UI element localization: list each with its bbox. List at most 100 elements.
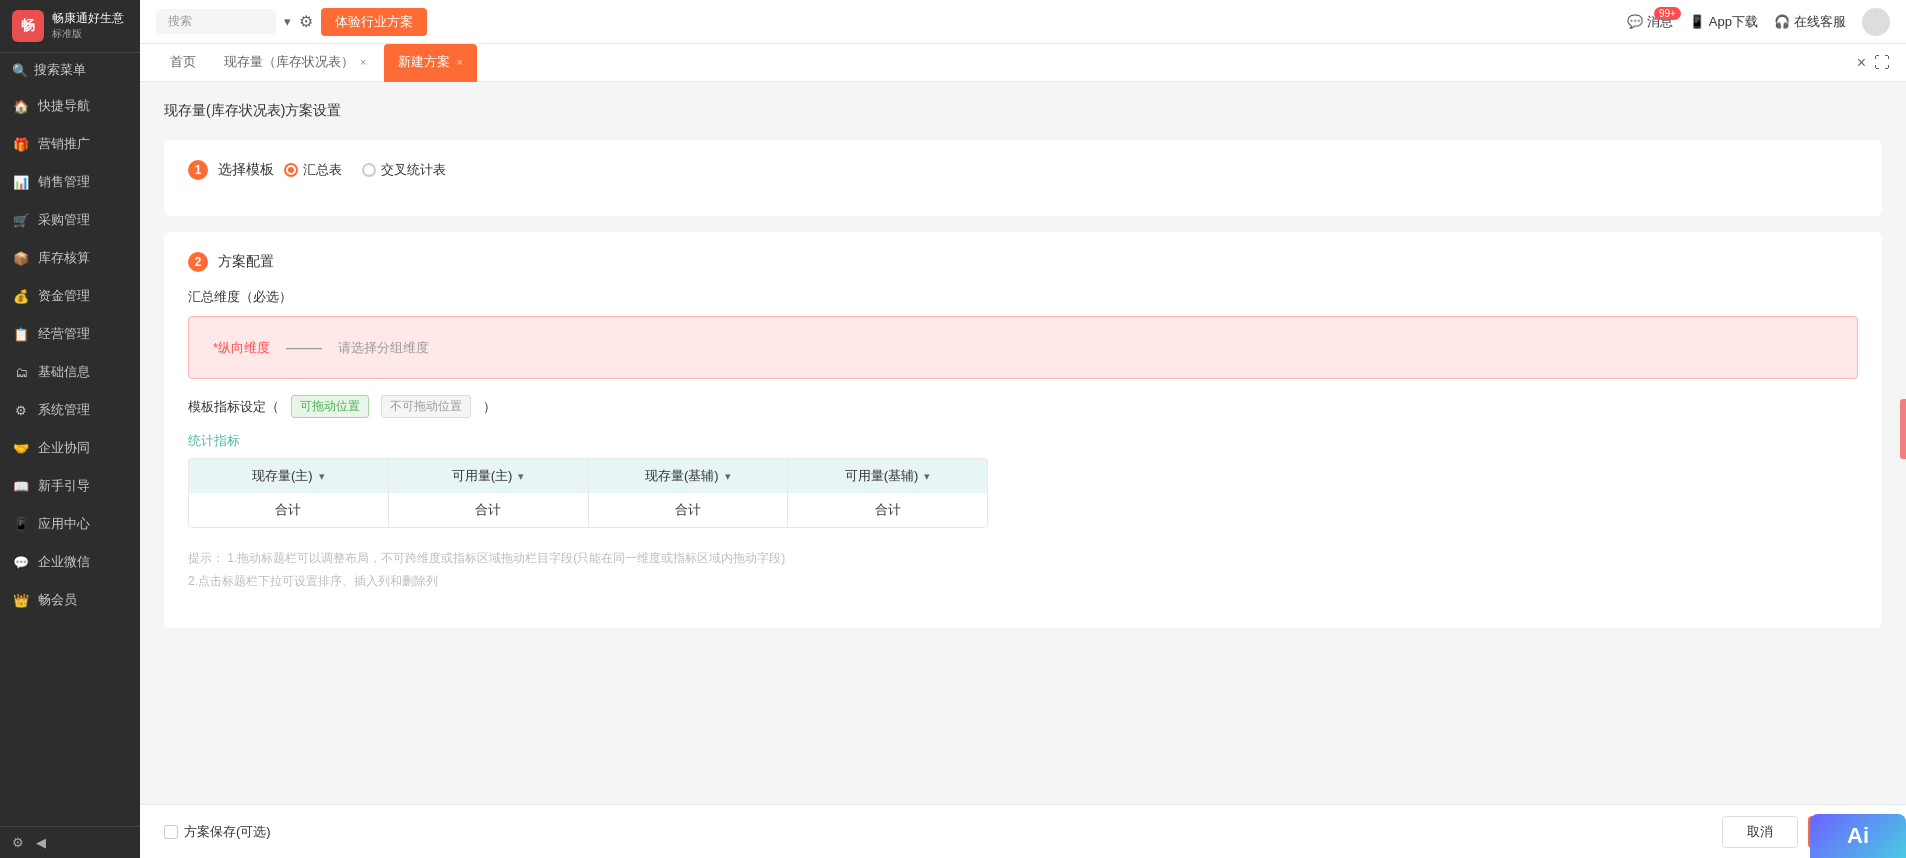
stats-section: 统计指标 现存量(主) ▾ 可用量(主) ▾ 现存量(基辅) [188, 432, 1858, 528]
radio-summary-label: 汇总表 [303, 161, 342, 179]
user-avatar[interactable] [1862, 8, 1890, 36]
chevron-down-icon-3[interactable]: ▾ [924, 470, 930, 483]
sidebar-item-purchase[interactable]: 🛒 采购管理 [0, 201, 140, 239]
sidebar-item-label: 系统管理 [38, 401, 90, 419]
page-title: 现存量(库存状况表)方案设置 [164, 102, 1882, 120]
right-panel-indicator [1900, 399, 1906, 459]
sidebar-item-guide[interactable]: 📖 新手引导 [0, 467, 140, 505]
tab-inventory-close[interactable]: × [360, 56, 366, 68]
sidebar-item-label: 企业微信 [38, 553, 90, 571]
system-icon: ⚙ [12, 401, 30, 419]
purchase-icon: 🛒 [12, 211, 30, 229]
step1-num: 1 [188, 160, 208, 180]
hint-section: 提示： 1.拖动标题栏可以调整布局，不可跨维度或指标区域拖动栏目字段(只能在同一… [188, 538, 1858, 608]
search-label: 搜索菜单 [34, 61, 86, 79]
app-download-btn[interactable]: 📱 App下载 [1689, 13, 1758, 31]
service-btn[interactable]: 🎧 在线客服 [1774, 13, 1846, 31]
stats-col-stock-main[interactable]: 现存量(主) ▾ [189, 459, 389, 493]
tab-inventory-status[interactable]: 现存量（库存状况表） × [210, 44, 380, 82]
stats-sub-0-label: 合计 [275, 501, 301, 519]
cancel-button[interactable]: 取消 [1722, 816, 1798, 848]
radio-cross[interactable]: 交叉统计表 [362, 161, 446, 179]
phone-icon: 📱 [1689, 14, 1705, 29]
headset-icon: 🎧 [1774, 14, 1790, 29]
operation-icon: 📋 [12, 325, 30, 343]
sidebar-search[interactable]: 🔍 搜索菜单 [0, 53, 140, 87]
chevron-down-icon-1[interactable]: ▾ [518, 470, 524, 483]
settings-icon[interactable]: ⚙ [12, 835, 24, 850]
sound-icon[interactable]: ◀ [36, 835, 46, 850]
stats-col-avail-main-label: 可用量(主) [452, 467, 513, 485]
member-icon: 👑 [12, 591, 30, 609]
sidebar-item-label: 销售管理 [38, 173, 90, 191]
bottom-bar: 方案保存(可选) 取消 查询 [140, 804, 1906, 858]
sidebar-item-app-center[interactable]: 📱 应用中心 [0, 505, 140, 543]
tabbar-expand-btn[interactable]: ⛶ [1874, 54, 1890, 72]
message-btn[interactable]: 💬 消息 99+ [1627, 13, 1673, 31]
message-icon: 💬 [1627, 14, 1643, 29]
chevron-down-icon-0[interactable]: ▾ [319, 470, 325, 483]
tab-home[interactable]: 首页 [156, 44, 210, 82]
app-name-block: 畅康通好生意 标准版 [52, 11, 124, 41]
topbar: 搜索 ▾ ⚙ 体验行业方案 💬 消息 99+ 📱 App下载 🎧 在线客服 [140, 0, 1906, 44]
sidebar-item-finance[interactable]: 💰 资金管理 [0, 277, 140, 315]
trial-btn[interactable]: 体验行业方案 [321, 8, 427, 36]
radio-cross-label: 交叉统计表 [381, 161, 446, 179]
save-checkbox[interactable] [164, 825, 178, 839]
sidebar-item-label: 库存核算 [38, 249, 90, 267]
topbar-gear-icon[interactable]: ⚙ [299, 12, 313, 31]
service-label: 在线客服 [1794, 13, 1846, 31]
sidebar-item-label: 资金管理 [38, 287, 90, 305]
sidebar-item-label: 经营管理 [38, 325, 90, 343]
sidebar-item-label: 基础信息 [38, 363, 90, 381]
topbar-search[interactable]: 搜索 [156, 9, 276, 34]
tab-new-plan[interactable]: 新建方案 × [384, 44, 476, 82]
save-option[interactable]: 方案保存(可选) [164, 823, 271, 841]
sidebar-item-marketing[interactable]: 🎁 营销推广 [0, 125, 140, 163]
stats-sub-3: 合计 [788, 493, 987, 527]
dimension-placeholder: 请选择分组维度 [338, 339, 429, 357]
step2-num: 2 [188, 252, 208, 272]
step1-title: 选择模板 [218, 161, 274, 179]
indicator-setting-label: 模板指标设定（ [188, 398, 279, 416]
dimension-box[interactable]: *纵向维度 —— 请选择分组维度 [188, 316, 1858, 379]
sidebar-item-operation[interactable]: 📋 经营管理 [0, 315, 140, 353]
dropdown-icon[interactable]: ▾ [284, 14, 291, 29]
sidebar-item-label: 营销推广 [38, 135, 90, 153]
dimension-field-label: *纵向维度 [213, 339, 270, 357]
tabbar-close-btn[interactable]: × [1857, 54, 1866, 72]
sidebar-item-sales[interactable]: 📊 销售管理 [0, 163, 140, 201]
search-icon: 🔍 [12, 63, 28, 78]
sidebar-item-wechat[interactable]: 💬 企业微信 [0, 543, 140, 581]
sidebar-item-system[interactable]: ⚙ 系统管理 [0, 391, 140, 429]
sidebar-item-quick-nav[interactable]: 🏠 快捷导航 [0, 87, 140, 125]
stats-data-row: 合计 合计 合计 合计 [189, 493, 987, 527]
radio-summary-circle [284, 163, 298, 177]
corp-icon: 🤝 [12, 439, 30, 457]
app-version: 标准版 [52, 27, 124, 41]
main-area: 搜索 ▾ ⚙ 体验行业方案 💬 消息 99+ 📱 App下载 🎧 在线客服 [140, 0, 1906, 858]
chevron-down-icon-2[interactable]: ▾ [725, 470, 731, 483]
radio-summary[interactable]: 汇总表 [284, 161, 342, 179]
stats-col-stock-main-label: 现存量(主) [252, 467, 313, 485]
sidebar-item-inventory[interactable]: 📦 库存核算 [0, 239, 140, 277]
stats-label: 统计指标 [188, 432, 1858, 450]
ai-badge[interactable]: Ai [1810, 814, 1906, 858]
tab-new-plan-label: 新建方案 [398, 53, 450, 71]
indicator-badge-inactive: 不可拖动位置 [381, 395, 471, 418]
tab-new-plan-close[interactable]: × [456, 56, 462, 68]
tabbar: 首页 现存量（库存状况表） × 新建方案 × × ⛶ [140, 44, 1906, 82]
stats-sub-1: 合计 [389, 493, 589, 527]
step2-header: 2 方案配置 [188, 252, 1858, 272]
hint-item-1: 2.点击标题栏下拉可设置排序、插入列和删除列 [188, 573, 1858, 590]
stats-col-stock-aux[interactable]: 现存量(基辅) ▾ [589, 459, 789, 493]
sidebar-item-basic-info[interactable]: 🗂 基础信息 [0, 353, 140, 391]
stats-sub-1-label: 合计 [475, 501, 501, 519]
stats-col-avail-main[interactable]: 可用量(主) ▾ [389, 459, 589, 493]
sidebar-item-member[interactable]: 👑 畅会员 [0, 581, 140, 619]
stats-col-avail-aux[interactable]: 可用量(基辅) ▾ [788, 459, 987, 493]
sidebar-item-corp[interactable]: 🤝 企业协同 [0, 429, 140, 467]
stats-sub-2: 合计 [589, 493, 789, 527]
indicator-suffix: ） [483, 398, 496, 416]
step1-card: 1 选择模板 汇总表 交叉统计表 [164, 140, 1882, 216]
